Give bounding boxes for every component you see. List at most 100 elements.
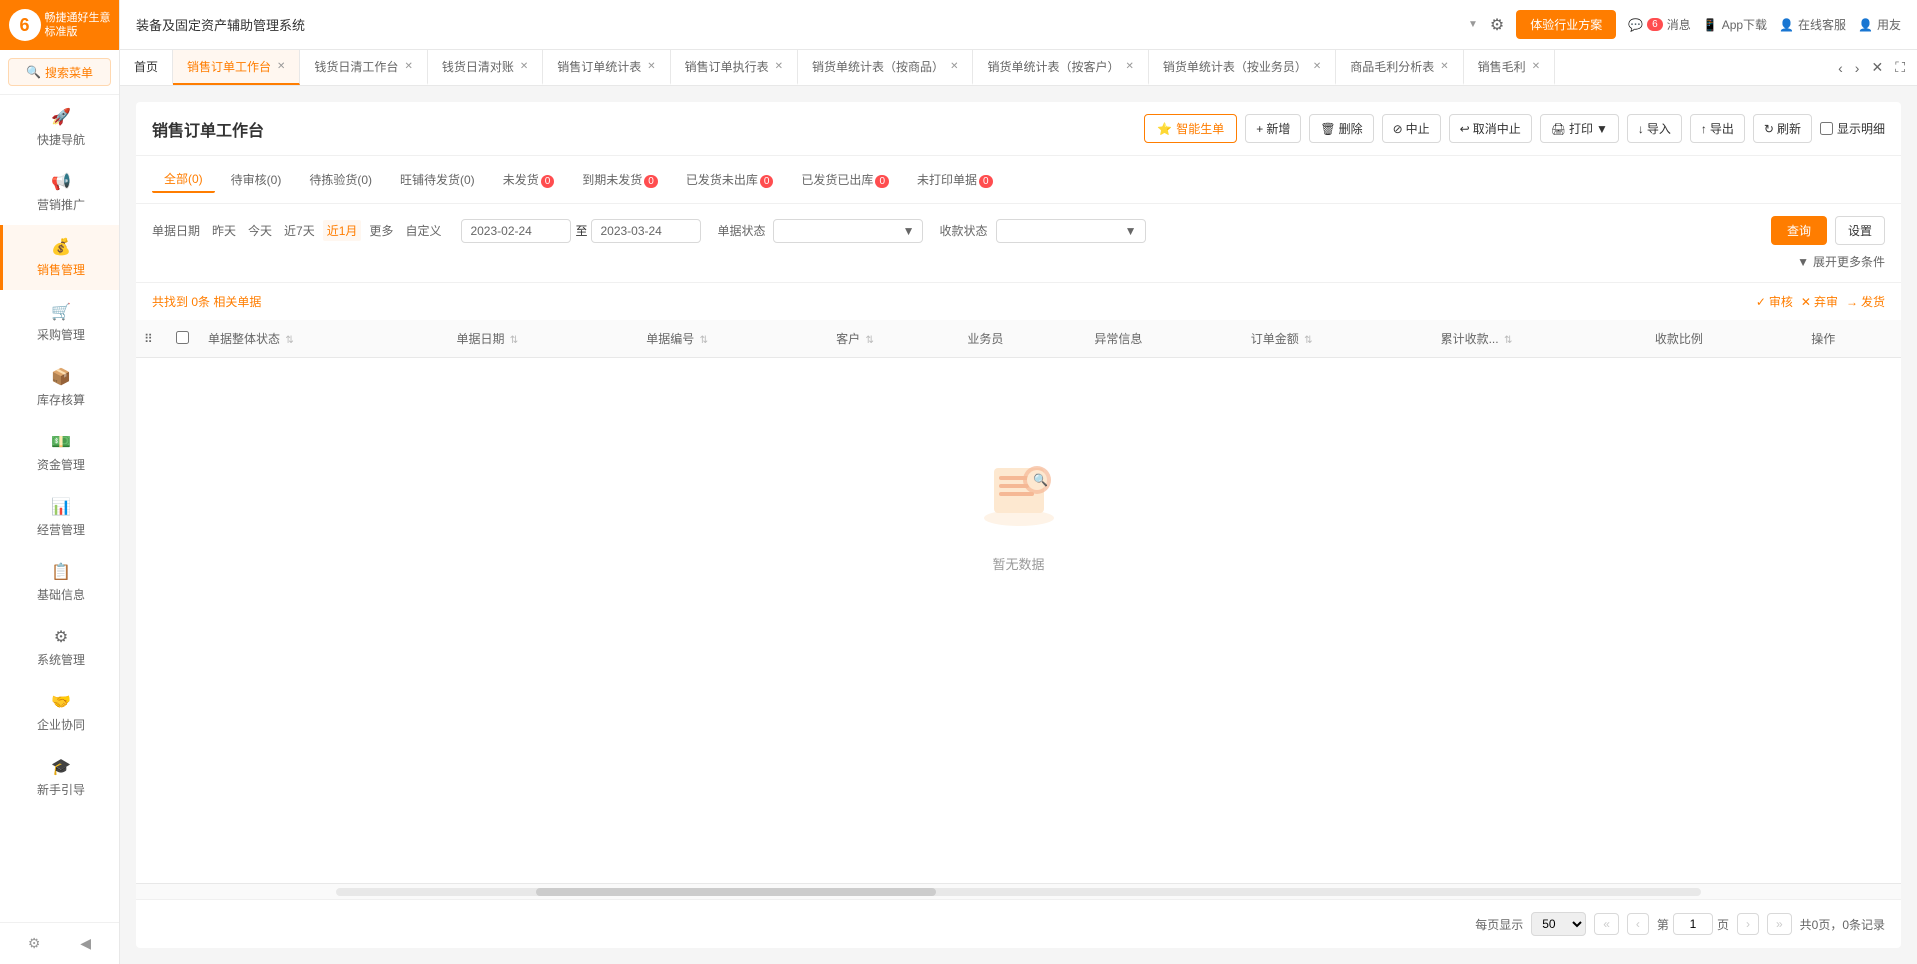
filter-tab-shipped-out[interactable]: 已发货已出库0 xyxy=(789,167,901,192)
sidebar-item-sales[interactable]: 💰销售管理 xyxy=(0,225,119,290)
tab-close-money-reconcile[interactable]: ✕ xyxy=(520,61,528,72)
batch-ship-button[interactable]: →发货 xyxy=(1846,293,1885,310)
shortcut-1month[interactable]: 近1月 xyxy=(323,220,362,241)
shortcut-yesterday[interactable]: 昨天 xyxy=(208,220,240,241)
stop-button[interactable]: ⊘ 中止 xyxy=(1382,114,1441,143)
tabs-close-button[interactable]: ✕ xyxy=(1867,55,1887,80)
query-button[interactable]: 查询 xyxy=(1771,216,1827,245)
filter-label-pending-pick: 待拣验货(0) xyxy=(309,173,372,187)
tabs-fullscreen-button[interactable]: ⛶ xyxy=(1891,55,1909,80)
filter-tab-pending-pick[interactable]: 待拣验货(0) xyxy=(297,167,384,192)
tab-close-sales-execute[interactable]: ✕ xyxy=(775,61,783,72)
scrollbar-area[interactable] xyxy=(136,883,1901,899)
tab-close-sales-customer[interactable]: ✕ xyxy=(1125,61,1133,72)
th-number[interactable]: 单据编号 ⇅ xyxy=(638,320,828,358)
settings-button[interactable]: 设置 xyxy=(1835,216,1885,245)
filter-tab-unshipped[interactable]: 未发货0 xyxy=(491,167,567,192)
status-select[interactable]: ▼ xyxy=(773,219,923,243)
sidebar-item-quick-nav[interactable]: 🚀快捷导航 xyxy=(0,95,119,160)
shortcut-today[interactable]: 今天 xyxy=(244,220,276,241)
tab-close-sales-workbench[interactable]: ✕ xyxy=(277,61,285,72)
tab-money-clear[interactable]: 钱货日清工作台✕ xyxy=(300,50,427,85)
import-button[interactable]: ↓ 导入 xyxy=(1627,114,1682,143)
select-all-checkbox[interactable] xyxy=(176,331,189,344)
sidebar-item-purchase[interactable]: 🛒采购管理 xyxy=(0,290,119,355)
batch-cancel-review-button[interactable]: ✕弃审 xyxy=(1801,293,1838,310)
system-dropdown-icon[interactable]: ▼ xyxy=(1468,19,1478,30)
sidebar-settings-button[interactable]: ⚙ xyxy=(24,931,45,956)
filter-tab-overdue-ship[interactable]: 到期未发货0 xyxy=(570,167,670,192)
per-page-select[interactable]: 10 20 50 100 xyxy=(1531,912,1586,936)
sidebar-item-basic-info[interactable]: 📋基础信息 xyxy=(0,550,119,615)
shortcut-7days[interactable]: 近7天 xyxy=(280,220,319,241)
delete-button[interactable]: 🗑 删除 xyxy=(1309,114,1373,143)
tab-close-money-clear[interactable]: ✕ xyxy=(404,61,412,72)
refresh-button[interactable]: ↻ 刷新 xyxy=(1753,114,1812,143)
sidebar-item-system[interactable]: ⚙系统管理 xyxy=(0,615,119,680)
show-detail-label[interactable]: 显示明细 xyxy=(1820,120,1885,137)
prev-page-button[interactable]: ‹ xyxy=(1627,913,1649,935)
next-page-button[interactable]: › xyxy=(1737,913,1759,935)
first-page-button[interactable]: « xyxy=(1594,913,1619,935)
expand-conditions-button[interactable]: ▼ 展开更多条件 xyxy=(1797,253,1885,270)
tab-sales-goods[interactable]: 销货单统计表（按商品）✕ xyxy=(798,50,973,85)
export-button[interactable]: ↑ 导出 xyxy=(1690,114,1745,143)
filter-tab-unprinted[interactable]: 未打印单据0 xyxy=(905,167,1005,192)
show-detail-checkbox[interactable] xyxy=(1820,122,1833,135)
smart-create-button[interactable]: ⭐ 智能生单 xyxy=(1144,114,1237,143)
scrollbar-thumb[interactable] xyxy=(536,888,936,896)
sidebar-item-business[interactable]: 📊经营管理 xyxy=(0,485,119,550)
tabs-next-button[interactable]: › xyxy=(1851,56,1864,80)
scrollbar-track[interactable] xyxy=(336,888,1701,896)
th-date[interactable]: 单据日期 ⇅ xyxy=(448,320,638,358)
sidebar-item-newbie[interactable]: 🎓新手引导 xyxy=(0,745,119,810)
filter-tab-shop-pending[interactable]: 旺铺待发货(0) xyxy=(388,167,487,192)
sidebar-item-marketing[interactable]: 📢营销推广 xyxy=(0,160,119,225)
cancel-stop-button[interactable]: ↩ 取消中止 xyxy=(1449,114,1532,143)
sidebar-item-inventory[interactable]: 📦库存核算 xyxy=(0,355,119,420)
online-service-button[interactable]: 👤 在线客服 xyxy=(1779,16,1846,33)
print-button[interactable]: 🖨 打印 ▼ xyxy=(1540,114,1619,143)
tab-money-reconcile[interactable]: 钱货日清对账✕ xyxy=(428,50,543,85)
payment-select[interactable]: ▼ xyxy=(996,219,1146,243)
tab-close-sales-gross[interactable]: ✕ xyxy=(1532,61,1540,72)
status-dropdown-icon: ▼ xyxy=(903,224,915,238)
tab-gross-profit[interactable]: 商品毛利分析表✕ xyxy=(1336,50,1463,85)
tab-sales-workbench[interactable]: 销售订单工作台✕ xyxy=(173,50,300,85)
date-from-input[interactable] xyxy=(461,219,571,243)
search-menu-button[interactable]: 🔍 搜索菜单 xyxy=(8,58,111,86)
sidebar-item-finance[interactable]: 💵资金管理 xyxy=(0,420,119,485)
tab-sales-staff[interactable]: 销货单统计表（按业务员）✕ xyxy=(1149,50,1336,85)
filter-tab-shipped-not-out[interactable]: 已发货未出库0 xyxy=(674,167,786,192)
sidebar-item-enterprise[interactable]: 🤝企业协同 xyxy=(0,680,119,745)
header-settings-icon[interactable]: ⚙ xyxy=(1490,15,1504,35)
tab-sales-customer[interactable]: 销货单统计表（按客户）✕ xyxy=(973,50,1148,85)
th-customer[interactable]: 客户 ⇅ xyxy=(828,320,959,358)
tab-close-sales-goods[interactable]: ✕ xyxy=(950,61,958,72)
message-button[interactable]: 💬 6 消息 xyxy=(1628,16,1691,33)
shortcut-custom[interactable]: 自定义 xyxy=(401,220,445,241)
th-collected[interactable]: 累计收款... ⇅ xyxy=(1433,320,1647,358)
tab-sales-stats[interactable]: 销售订单统计表✕ xyxy=(543,50,670,85)
last-page-button[interactable]: » xyxy=(1767,913,1792,935)
tab-sales-execute[interactable]: 销售订单执行表✕ xyxy=(671,50,798,85)
date-to-input[interactable] xyxy=(591,219,701,243)
user-menu-button[interactable]: 👤 用友 xyxy=(1858,16,1901,33)
filter-tab-pending-review[interactable]: 待审核(0) xyxy=(219,167,294,192)
tab-home[interactable]: 首页 xyxy=(120,50,173,85)
tab-sales-gross[interactable]: 销售毛利✕ xyxy=(1464,50,1555,85)
th-amount[interactable]: 订单金额 ⇅ xyxy=(1243,320,1433,358)
tab-close-gross-profit[interactable]: ✕ xyxy=(1440,61,1448,72)
tab-close-sales-staff[interactable]: ✕ xyxy=(1313,61,1321,72)
tab-close-sales-stats[interactable]: ✕ xyxy=(647,61,655,72)
batch-review-button[interactable]: ✓审核 xyxy=(1756,293,1793,310)
sidebar-collapse-button[interactable]: ◀ xyxy=(76,931,95,956)
app-download-button[interactable]: 📱 App下载 xyxy=(1703,16,1767,33)
page-number-input[interactable] xyxy=(1673,913,1713,935)
tabs-prev-button[interactable]: ‹ xyxy=(1834,56,1847,80)
experience-button[interactable]: 体验行业方案 xyxy=(1516,10,1616,39)
shortcut-more[interactable]: 更多 xyxy=(365,220,397,241)
filter-tab-all[interactable]: 全部(0) xyxy=(152,166,215,193)
content-area: 销售订单工作台 ⭐ 智能生单 + 新增 🗑 删除 ⊘ xyxy=(120,86,1917,964)
add-button[interactable]: + 新增 xyxy=(1245,114,1301,143)
